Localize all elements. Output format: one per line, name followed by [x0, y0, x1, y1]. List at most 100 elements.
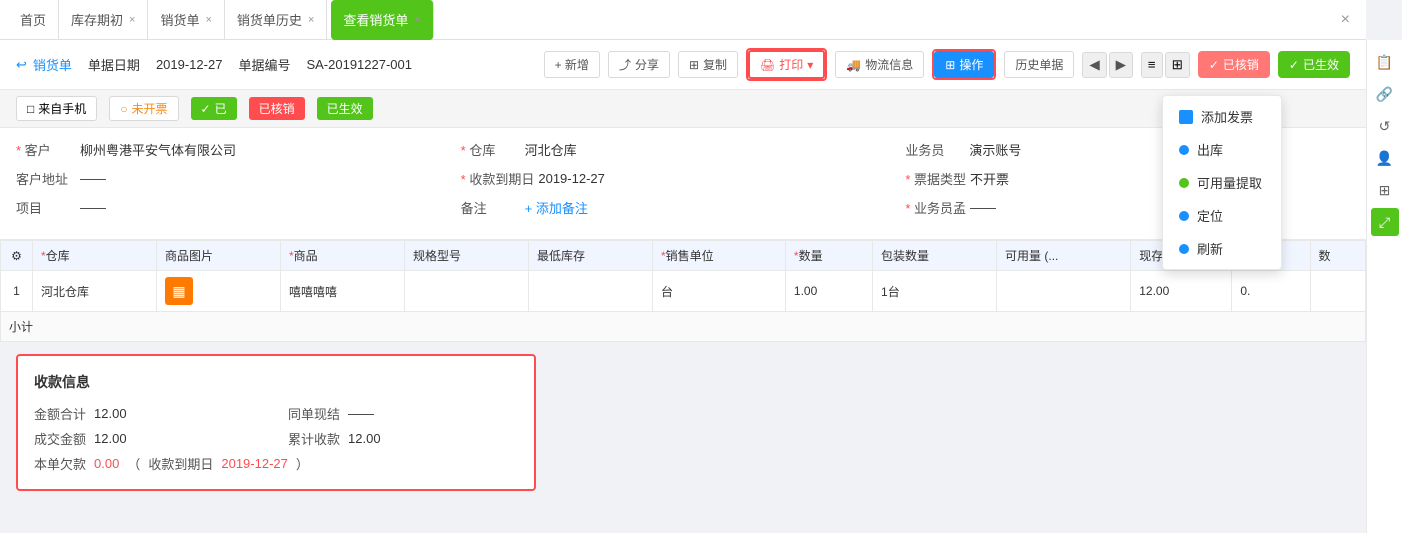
due-date-label: 收款到期日	[148, 454, 213, 473]
tab-close-inventory-init[interactable]: ×	[129, 14, 135, 26]
tab-inventory-init[interactable]: 库存期初 ×	[59, 0, 148, 40]
same-order-value: ——	[348, 406, 374, 421]
doc-title-area: ↩ 销货单	[16, 55, 72, 74]
new-button[interactable]: + 新增	[544, 51, 600, 78]
nav-next[interactable]: ▶	[1109, 52, 1133, 78]
doc-meta: 单据日期 2019-12-27 单据编号 SA-20191227-001	[88, 55, 412, 74]
ticket-value: 不开票	[970, 169, 1009, 188]
sidebar-icon-expand[interactable]: ⤢	[1371, 208, 1399, 236]
doc-actions: + 新增 ⤴ 分享 ⊞ 复制 🖨 打印 ▾ 🚚 物流信息	[544, 48, 1350, 81]
sidebar-icon-clipboard[interactable]: 📋	[1371, 48, 1399, 76]
effective-button[interactable]: ✓ 已生效	[1278, 51, 1350, 78]
dropdown-item-avail[interactable]: 可用量提取	[1163, 166, 1281, 199]
staff2-label: 业务员孟	[905, 198, 966, 217]
invoice-icon	[1179, 110, 1193, 124]
operate-highlight-box: ⊞ 操作	[932, 49, 996, 80]
arrears-value: 0.00	[94, 456, 119, 471]
form-row-1: 客户 柳州粤港平安气体有限公司 仓库 河北仓库 业务员 演示账号	[16, 140, 1350, 159]
project-field: 项目 ——	[16, 198, 461, 217]
copy-icon: ⊞	[689, 58, 699, 72]
check-icon: ✓	[1209, 58, 1219, 72]
col-unit: *销售单位	[653, 241, 786, 271]
print-button[interactable]: 🖨 打印 ▾	[748, 50, 825, 79]
share-icon: ⤴	[619, 56, 631, 73]
table-row: 1 河北仓库 ▦ 嘻嘻嘻嘻 台 1.00 1台 12.00 0.	[1, 271, 1366, 312]
staff2-value: ——	[970, 200, 996, 215]
view-list[interactable]: ≡	[1141, 52, 1163, 78]
warehouse-value[interactable]: 河北仓库	[525, 140, 577, 159]
customer-value[interactable]: 柳州粤港平安气体有限公司	[80, 140, 236, 159]
same-order-item: 同单现结 ——	[288, 404, 518, 423]
note-label: 备注	[461, 198, 521, 217]
tab-sales[interactable]: 销货单 ×	[148, 0, 224, 40]
date-label: 单据日期	[88, 55, 140, 74]
tab-close-all[interactable]: ×	[1333, 11, 1358, 29]
project-value: ——	[80, 200, 106, 215]
sold-button[interactable]: ✓ 已核销	[1198, 51, 1270, 78]
sidebar-icon-user[interactable]: 👤	[1371, 144, 1399, 172]
payment-date-value[interactable]: 2019-12-27	[538, 171, 605, 186]
row-product: 嘻嘻嘻嘻	[281, 271, 405, 312]
sidebar-icon-refresh[interactable]: ↺	[1371, 112, 1399, 140]
staff-field: 业务员 演示账号	[905, 140, 1350, 159]
print-icon: 🖨	[760, 58, 775, 72]
dropdown-item-refresh[interactable]: 刷新	[1163, 232, 1281, 265]
copy-button[interactable]: ⊞ 复制	[678, 51, 738, 78]
confirm-button[interactable]: ✓ 已	[191, 97, 237, 120]
payment-date-field: 收款到期日 2019-12-27	[461, 169, 906, 188]
doc-header: ↩ 销货单 单据日期 2019-12-27 单据编号 SA-20191227-0…	[0, 40, 1366, 90]
dropdown-item-locate[interactable]: 定位	[1163, 199, 1281, 232]
operate-button[interactable]: ⊞ 操作	[934, 51, 994, 78]
form-row-3: 项目 —— 备注 + 添加备注 业务员孟 ——	[16, 198, 1350, 217]
dropdown-item-outbound[interactable]: 出库	[1163, 133, 1281, 166]
address-value: ——	[80, 171, 106, 186]
row-img: ▦	[157, 271, 281, 312]
dropdown-item-invoice[interactable]: 添加发票	[1163, 100, 1281, 133]
col-avail: 可用量 (...	[997, 241, 1131, 271]
cumulative-label: 累计收款	[288, 429, 340, 448]
view-grid[interactable]: ⊞	[1165, 52, 1190, 78]
col-qty: *数量	[785, 241, 872, 271]
row-pack: 1台	[873, 271, 997, 312]
address-field: 客户地址 ——	[16, 169, 461, 188]
dropdown-menu: 添加发票 出库 可用量提取 定位 刷新	[1162, 95, 1282, 270]
confirm-icon: ✓	[201, 102, 211, 116]
row-min-stock	[529, 271, 653, 312]
date-value: 2019-12-27	[156, 57, 223, 72]
warehouse-field: 仓库 河北仓库	[461, 140, 906, 159]
tab-view-sales[interactable]: 查看销货单 ×	[331, 0, 433, 40]
sidebar-icon-grid[interactable]: ⊞	[1371, 176, 1399, 204]
share-button[interactable]: ⤴ 分享	[608, 51, 670, 78]
summary-grid: 金额合计 12.00 同单现结 —— 成交金额 12.00 累计收款 12.00…	[34, 404, 518, 473]
sidebar-icon-link[interactable]: 🔗	[1371, 80, 1399, 108]
history-button[interactable]: 历史单据	[1004, 51, 1074, 78]
tab-home[interactable]: 首页	[8, 0, 59, 40]
sold-badge: 已核销	[249, 97, 305, 120]
row-amount	[1310, 271, 1365, 312]
row-qty: 1.00	[785, 271, 872, 312]
deal-amount-label: 成交金额	[34, 429, 86, 448]
logistics-button[interactable]: 🚚 物流信息	[835, 51, 924, 78]
tab-bar: 首页 库存期初 × 销货单 × 销货单历史 × 查看销货单 × ×	[0, 0, 1366, 40]
col-min-stock: 最低库存	[529, 241, 653, 271]
nav-prev[interactable]: ◀	[1082, 52, 1106, 78]
tab-close-sales[interactable]: ×	[205, 14, 211, 26]
plus-icon: +	[525, 201, 533, 216]
operate-icon: ⊞	[945, 58, 955, 72]
row-spec	[405, 271, 529, 312]
total-amount-value: 12.00	[94, 406, 127, 421]
effective-badge: 已生效	[317, 97, 373, 120]
col-warehouse: *仓库	[33, 241, 157, 271]
note-add-btn[interactable]: + 添加备注	[525, 198, 588, 217]
outbound-icon	[1179, 145, 1189, 155]
tab-sales-history[interactable]: 销货单历史 ×	[225, 0, 327, 40]
ticket-field: 票据类型 不开票	[905, 169, 1350, 188]
not-open-button[interactable]: ○ 未开票	[109, 96, 178, 121]
deal-amount-item: 成交金额 12.00	[34, 429, 264, 448]
row-price: 0.	[1232, 271, 1310, 312]
tab-close-sales-history[interactable]: ×	[308, 14, 314, 26]
tab-close-view-sales[interactable]: ×	[414, 14, 420, 26]
subtotal-row: 小计	[1, 312, 1366, 342]
mobile-button[interactable]: □ 来自手机	[16, 96, 97, 121]
customer-label: 客户	[16, 140, 76, 159]
